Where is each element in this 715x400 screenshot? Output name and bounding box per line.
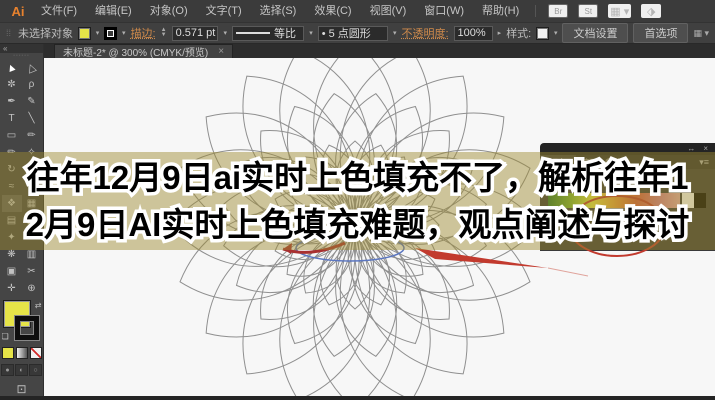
swap-fill-stroke-icon[interactable]: ⇄ [35, 301, 42, 310]
hand-tool[interactable]: ✛ [2, 280, 22, 297]
stroke-profile-label: 等比 [274, 28, 296, 40]
type-tool[interactable]: T [2, 110, 22, 127]
stroke-weight-field[interactable]: 0.571 pt [171, 25, 219, 41]
share-icon[interactable]: ⬗ [641, 4, 662, 18]
drawing-mode-row: ● ◐ ○ [1, 364, 42, 376]
stroke-profile-field[interactable]: 等比 [232, 25, 305, 41]
stroke-profile-dropdown-icon[interactable]: ▾ [309, 29, 313, 37]
menu-item-object[interactable]: 对象(O) [141, 0, 197, 22]
document-tab-bar: 未标题-2* @ 300% (CMYK/预览) × [44, 44, 715, 59]
style-dropdown-icon[interactable]: ▾ [554, 29, 558, 37]
selection-tool-icon: ▲ [4, 59, 19, 76]
menu-item-view[interactable]: 视图(V) [361, 0, 416, 22]
document-setup-button[interactable]: 文档设置 [562, 23, 629, 43]
banner-line-1-text: 往年12月9日ai实时上色填充不了，解析往年1 [26, 159, 689, 196]
artboard-tool-icon: ▣ [6, 266, 17, 277]
tools-collapse-icon[interactable]: « [0, 44, 43, 53]
artboard-tool[interactable]: ▣ [2, 263, 22, 280]
document-tab-title: 未标题-2* @ 300% (CMYK/预览) [63, 48, 209, 59]
brush-field[interactable]: • 5 点圆形 [317, 25, 388, 41]
rectangle-tool[interactable]: ▭ [2, 127, 22, 144]
menu-item-effect[interactable]: 效果(C) [305, 0, 360, 22]
color-mode-button[interactable] [1, 347, 14, 359]
lasso-tool[interactable]: ρ [22, 76, 42, 93]
symbol-sprayer-tool-icon: ❋ [7, 249, 16, 260]
illustrator-window: Ai 文件(F) 编辑(E) 对象(O) 文字(T) 选择(S) 效果(C) 视图(V) 窗口… [0, 0, 715, 400]
banner-line-2-text: 2月9日AI实时上色填充难题，观点阐述与探讨 [25, 206, 690, 243]
menu-item-select[interactable]: 选择(S) [251, 0, 306, 22]
opacity-label[interactable]: 不透明度: [401, 25, 448, 41]
menu-item-file[interactable]: 文件(F) [32, 0, 86, 22]
menu-item-window[interactable]: 窗口(W) [415, 0, 473, 22]
pen-tool-icon: ✒ [7, 96, 16, 107]
pen-tool[interactable]: ✒ [2, 93, 22, 110]
magic-wand-tool-icon: ✼ [7, 79, 16, 90]
type-tool-icon: T [8, 113, 15, 124]
magic-wand-tool[interactable]: ✼ [2, 76, 22, 93]
stroke-weight-stepper[interactable]: ▲ ▼ [161, 27, 167, 38]
slice-tool-icon: ✂ [27, 266, 36, 277]
line-segment-tool[interactable]: ╲ [22, 110, 42, 127]
style-label: 样式: [506, 28, 532, 40]
line-segment-tool-icon: ╲ [28, 113, 35, 124]
color-mode-row [1, 347, 42, 359]
banner-overlay: 往年12月9日ai实时上色填充不了，解析往年1 往年12月9日ai实时上色填充不… [0, 152, 715, 250]
drawing-mode-button-3[interactable]: ○ [29, 364, 42, 376]
menu-item-help[interactable]: 帮助(H) [473, 0, 528, 22]
paintbrush-tool-icon: ✏ [27, 130, 36, 141]
drawing-mode-button-2[interactable]: ◐ [15, 364, 28, 376]
menu-item-edit[interactable]: 编辑(E) [86, 0, 141, 22]
curvature-tool[interactable]: ✎ [22, 93, 42, 110]
drawing-mode-button-1[interactable]: ● [1, 364, 14, 376]
brush-dropdown-icon[interactable]: ▾ [393, 29, 397, 37]
curvature-tool-icon: ✎ [27, 96, 36, 107]
graph-tool-icon: ▥ [26, 249, 37, 260]
stroke-color-swatch[interactable] [104, 26, 118, 40]
paintbrush-tool[interactable]: ✏ [22, 127, 42, 144]
gradient-mode-button[interactable] [15, 347, 28, 359]
stroke-profile-preview [236, 32, 270, 34]
menu-bar: Ai 文件(F) 编辑(E) 对象(O) 文字(T) 选择(S) 效果(C) 视图(V) 窗口… [0, 0, 715, 22]
banner-line-2: 2月9日AI实时上色填充难题，观点阐述与探讨 2月9日AI实时上色填充难题，观点… [22, 201, 693, 248]
rectangle-tool-icon: ▭ [6, 130, 17, 141]
none-mode-button[interactable] [29, 347, 42, 359]
menu-items: 文件(F) 编辑(E) 对象(O) 文字(T) 选择(S) 效果(C) 视图(V) 窗口(W)… [32, 0, 528, 22]
stroke-weight-dropdown-icon[interactable]: ▾ [223, 29, 227, 37]
ai-logo: Ai [11, 3, 25, 19]
document-tab[interactable]: 未标题-2* @ 300% (CMYK/预览) × [54, 44, 234, 59]
stroke-label[interactable]: 描边: [131, 25, 156, 41]
document-tab-close-icon[interactable]: × [218, 46, 224, 57]
style-swatch[interactable] [536, 26, 549, 40]
preferences-button[interactable]: 首选项 [633, 23, 689, 43]
window-bottom-edge [0, 396, 715, 400]
selection-status-label: 未选择对象 [18, 28, 74, 40]
direct-selection-tool-icon: △ [25, 60, 38, 76]
bridge-icon[interactable]: Br [548, 4, 569, 18]
control-bar: ⁞⁞ 未选择对象 ▾ ▾ 描边: ▲ ▼ 0.571 pt ▾ 等比 ▾ • 5 … [0, 22, 715, 44]
stroke-indicator-swatch[interactable] [14, 316, 39, 340]
menu-icons: Br St ▦ ▾ ⬗ [543, 4, 666, 18]
stroke-dropdown-icon[interactable]: ▾ [122, 29, 126, 37]
lasso-tool-icon: ρ [28, 79, 35, 90]
hand-tool-icon: ✛ [7, 283, 16, 294]
direct-selection-tool[interactable]: △ [22, 59, 42, 76]
fill-stroke-indicator: ⇄ ❏ [2, 301, 42, 344]
panel-grip-icon: ⁞⁞ [6, 28, 12, 38]
banner-line-1: 往年12月9日ai实时上色填充不了，解析往年1 往年12月9日ai实时上色填充不… [23, 154, 692, 201]
opacity-dropdown-icon[interactable]: ▸ [498, 29, 502, 37]
menu-separator [535, 5, 537, 17]
menu-item-type[interactable]: 文字(T) [197, 0, 251, 22]
default-fill-stroke-icon[interactable]: ❏ [2, 332, 9, 341]
zoom-tool[interactable]: ⊕ [22, 280, 42, 297]
zoom-tool-icon: ⊕ [27, 283, 36, 294]
workspace-switcher-icon[interactable]: ▦ ▾ [608, 4, 632, 18]
fill-color-swatch[interactable] [78, 26, 91, 40]
opacity-field[interactable]: 100% [453, 25, 493, 41]
fill-dropdown-icon[interactable]: ▾ [96, 29, 100, 37]
selection-tool[interactable]: ▲ [2, 59, 22, 76]
screen-mode-button[interactable]: ⊡ [16, 382, 26, 396]
stock-icon[interactable]: St [578, 4, 599, 18]
control-panel-menu-icon[interactable]: ▦ ▾ [693, 28, 709, 39]
slice-tool[interactable]: ✂ [22, 263, 42, 280]
